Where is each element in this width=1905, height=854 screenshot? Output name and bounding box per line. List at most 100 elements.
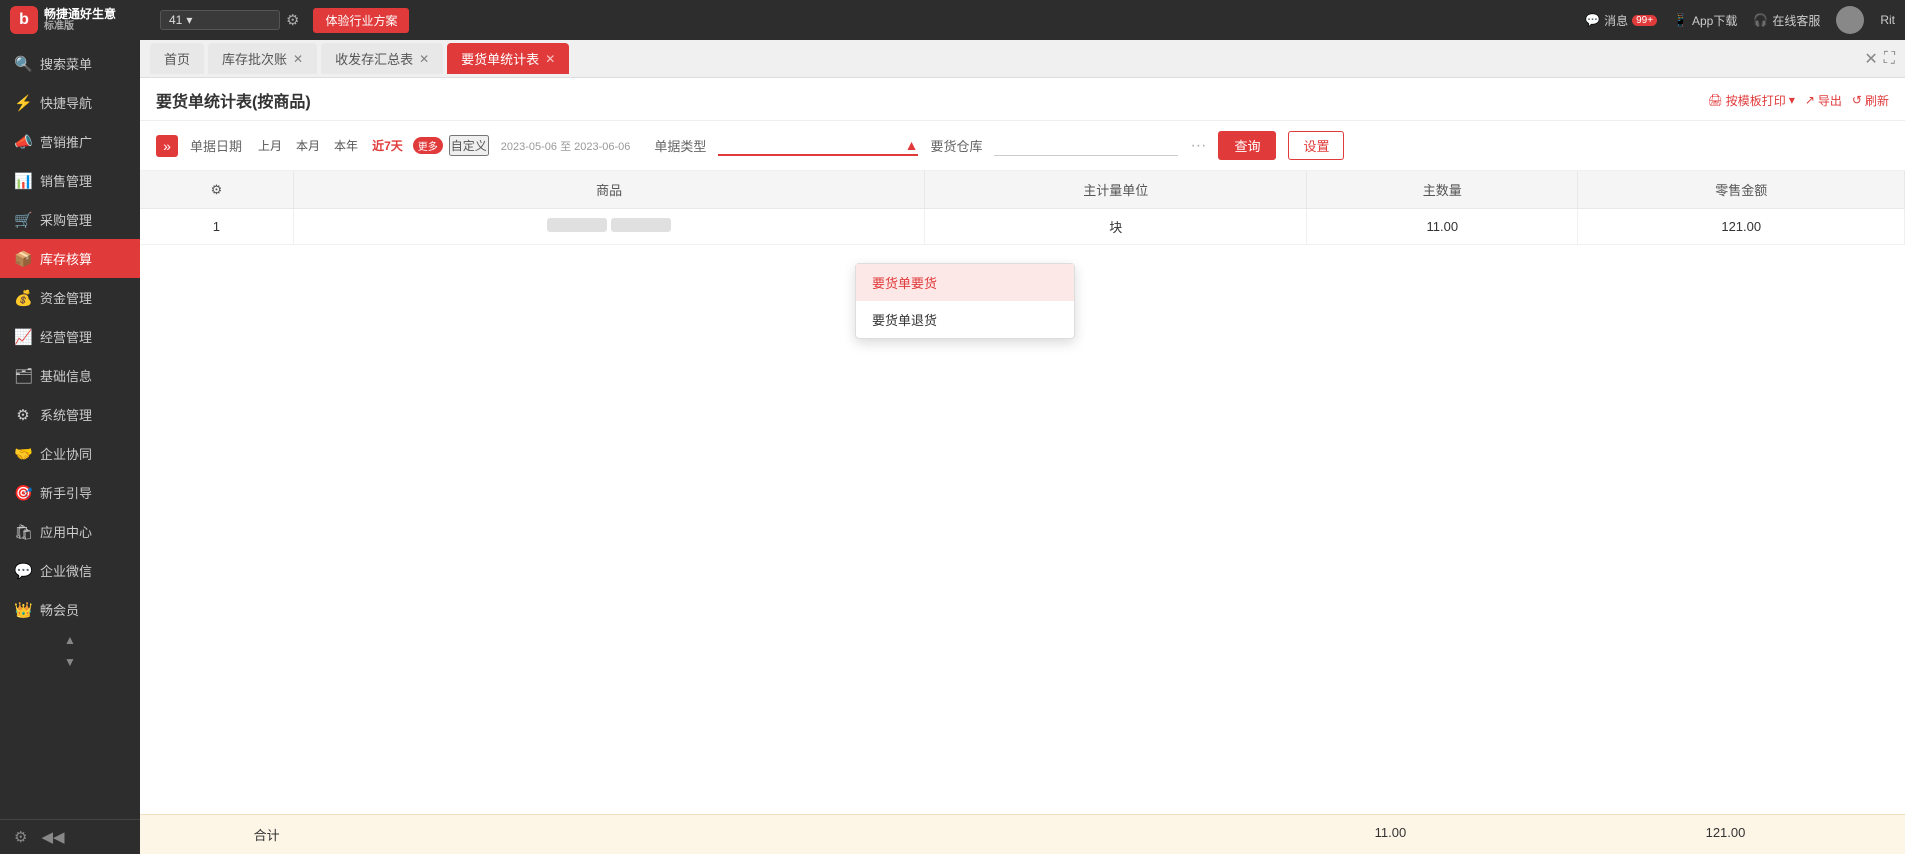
type-select-input[interactable] xyxy=(718,135,904,154)
sidebar-item-wechat[interactable]: 💬企业微信 xyxy=(0,551,140,590)
sidebar-scroll-down-button[interactable]: ▼ xyxy=(60,651,80,673)
refresh-icon: ↺ xyxy=(1852,93,1862,107)
warehouse-select-input[interactable] xyxy=(994,136,1178,155)
sidebar-item-shortcut[interactable]: ⚡快捷导航 xyxy=(0,83,140,122)
cell-product xyxy=(293,209,925,245)
tab-bar-close-button[interactable]: ✕ xyxy=(1864,49,1877,69)
sidebar-item-system[interactable]: ⚙系统管理 xyxy=(0,395,140,434)
footer-total-amount: 121.00 xyxy=(1706,825,1746,840)
finance-icon: 💰 xyxy=(14,289,32,307)
chevron-up-icon[interactable]: ▲ xyxy=(905,137,919,153)
export-button[interactable]: ↗ 导出 xyxy=(1805,92,1842,109)
shortcut-icon: ⚡ xyxy=(14,94,32,112)
type-select-box: ▲ xyxy=(718,135,918,156)
sidebar-item-vip[interactable]: 👑畅会员 xyxy=(0,590,140,629)
sidebar-item-label: 销售管理 xyxy=(40,171,92,190)
app-download-label: App下载 xyxy=(1692,12,1737,29)
filter-more-options-button[interactable]: ··· xyxy=(1190,137,1206,155)
store-selector[interactable]: 41 ▾ xyxy=(160,10,280,30)
messages-button[interactable]: 💬 消息 99+ xyxy=(1585,12,1657,29)
refresh-button[interactable]: ↺ 刷新 xyxy=(1852,92,1889,109)
footer-cells: 合计 11.00 121.00 xyxy=(152,825,1893,844)
tab-receive-summary[interactable]: 收发存汇总表 ✕ xyxy=(321,43,443,74)
settings-button[interactable]: ⚙ xyxy=(14,828,27,846)
sidebar-item-inventory[interactable]: 📦库存核算 xyxy=(0,239,140,278)
tab-home[interactable]: 首页 xyxy=(150,43,204,74)
sidebar-item-marketing[interactable]: 📣营销推广 xyxy=(0,122,140,161)
filter-bar: » 单据日期 上月 本月 本年 近7天 更多 自定义 2023-05-06 至 … xyxy=(140,121,1905,171)
data-table: ⚙ 商品 主计量单位 主数量 零售金额 1 块 11.00 121.00 xyxy=(140,171,1905,245)
date-preset-this-month[interactable]: 本月 xyxy=(292,135,324,156)
trial-button[interactable]: 体验行业方案 xyxy=(313,8,409,33)
app-download-button[interactable]: 📱 App下载 xyxy=(1673,12,1737,29)
guide-icon: 🎯 xyxy=(14,484,32,502)
headset-icon: 🎧 xyxy=(1753,13,1768,27)
date-preset-last-month[interactable]: 上月 xyxy=(254,135,286,156)
query-button[interactable]: 查询 xyxy=(1218,131,1276,160)
basic-icon: 🗂 xyxy=(14,367,32,385)
messages-label: 消息 xyxy=(1604,12,1628,29)
tab-order-summary[interactable]: 要货单统计表✕ xyxy=(447,43,569,74)
tab-close-icon[interactable]: ✕ xyxy=(545,52,555,66)
sidebar-item-operation[interactable]: 📈经营管理 xyxy=(0,317,140,356)
tab-bar-expand-button[interactable]: ⛶ xyxy=(1884,50,1895,68)
printer-icon: 🖨 xyxy=(1708,93,1723,107)
marketing-icon: 📣 xyxy=(14,133,32,151)
sidebar-item-label: 企业微信 xyxy=(40,561,92,580)
store-name: 41 xyxy=(169,13,182,27)
sidebar-item-guide[interactable]: 🎯新手引导 xyxy=(0,473,140,512)
sidebar-item-appstore[interactable]: 🛍应用中心 xyxy=(0,512,140,551)
chevron-down-icon: ▾ xyxy=(1789,93,1795,107)
date-filter-label: 单据日期 xyxy=(190,136,242,155)
table-body: 1 块 11.00 121.00 xyxy=(140,209,1905,245)
column-unit: 主计量单位 xyxy=(925,171,1307,209)
sales-icon: 📊 xyxy=(14,172,32,190)
sidebar-scroll-area: ▲ ▼ xyxy=(0,629,140,673)
tab-close-icon[interactable]: ✕ xyxy=(293,52,303,66)
dropdown-item-yaohuo[interactable]: 要货单要货 xyxy=(856,264,1074,301)
sidebar-item-sales[interactable]: 📊 销售管理 xyxy=(0,161,140,200)
header-gear-button[interactable]: ⚙ xyxy=(280,9,305,31)
tab-label: 收发存汇总表 xyxy=(335,49,413,68)
logo-text: 畅捷通好生意 标准版 xyxy=(44,7,116,33)
date-preset-this-year[interactable]: 本年 xyxy=(330,135,362,156)
collapse-button[interactable]: ◀◀ xyxy=(41,828,64,846)
sidebar-item-basic[interactable]: 🗂基础信息 xyxy=(0,356,140,395)
header-right: 💬 消息 99+ 📱 App下载 🎧 在线客服 Rit xyxy=(1585,6,1895,34)
content-area: 首页库存批次账✕收发存汇总表✕要货单统计表✕ ✕ ⛶ 要货单统计表(按商品) 🖨… xyxy=(140,40,1905,854)
print-button[interactable]: 🖨 按模板打印 ▾ xyxy=(1708,92,1795,109)
sidebar-item-label: 应用中心 xyxy=(40,522,92,541)
collab-icon: 🤝 xyxy=(14,445,32,463)
filter-expand-button[interactable]: » xyxy=(156,135,178,157)
logo-area: b 畅捷通好生意 标准版 xyxy=(10,6,140,34)
warehouse-filter-label: 要货仓库 xyxy=(930,136,982,155)
vip-icon: 👑 xyxy=(14,601,32,619)
column-gear[interactable]: ⚙ xyxy=(140,171,293,209)
top-header: b 畅捷通好生意 标准版 41 ▾ ⚙ 体验行业方案 💬 消息 99+ 📱 Ap… xyxy=(0,0,1905,40)
sidebar-item-search[interactable]: 🔍搜索菜单 xyxy=(0,44,140,83)
sidebar-scroll-up-button[interactable]: ▲ xyxy=(60,629,80,651)
tab-bar: 首页库存批次账✕收发存汇总表✕要货单统计表✕ ✕ ⛶ xyxy=(140,40,1905,78)
sidebar-item-finance[interactable]: 💰资金管理 xyxy=(0,278,140,317)
page-header: 要货单统计表(按商品) 🖨 按模板打印 ▾ ↗ 导出 ↺ 刷新 xyxy=(140,78,1905,121)
message-icon: 💬 xyxy=(1585,13,1600,27)
purchase-icon: 🛒 xyxy=(14,211,32,229)
operation-icon: 📈 xyxy=(14,328,32,346)
table-wrapper: ⚙ 商品 主计量单位 主数量 零售金额 1 块 11.00 121.00 xyxy=(140,171,1905,245)
date-preset-7days[interactable]: 近7天 xyxy=(368,135,407,156)
tab-label: 首页 xyxy=(164,49,190,68)
cell-amount: 121.00 xyxy=(1578,209,1905,245)
sidebar-item-collab[interactable]: 🤝企业协同 xyxy=(0,434,140,473)
online-service-button[interactable]: 🎧 在线客服 xyxy=(1753,12,1820,29)
export-icon: ↗ xyxy=(1805,93,1815,107)
brand-sub: 标准版 xyxy=(44,21,116,33)
dropdown-item-tuihuo[interactable]: 要货单退货 xyxy=(856,301,1074,338)
sidebar-item-purchase[interactable]: 🛒采购管理 xyxy=(0,200,140,239)
tab-close-icon[interactable]: ✕ xyxy=(419,52,429,66)
avatar[interactable] xyxy=(1836,6,1864,34)
table-row: 1 块 11.00 121.00 xyxy=(140,209,1905,245)
tab-inventory-batch[interactable]: 库存批次账✕ xyxy=(208,43,317,74)
column-product: 商品 xyxy=(293,171,925,209)
date-custom-button[interactable]: 自定义 xyxy=(449,135,489,156)
filter-settings-button[interactable]: 设置 xyxy=(1288,131,1344,160)
